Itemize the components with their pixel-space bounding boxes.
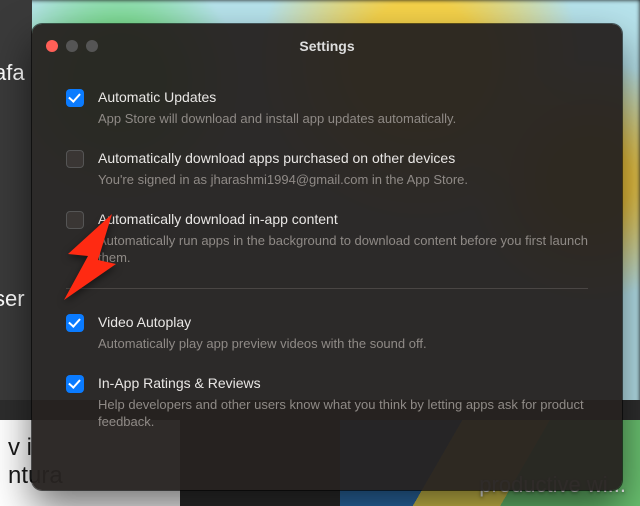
- setting-row-auto-updates: Automatic Updates App Store will downloa…: [66, 88, 588, 127]
- setting-row-auto-download-purchased: Automatically download apps purchased on…: [66, 149, 588, 188]
- setting-description: You're signed in as jharashmi1994@gmail.…: [98, 171, 588, 188]
- divider: [66, 288, 588, 289]
- traffic-lights: [46, 40, 98, 52]
- titlebar[interactable]: Settings: [32, 24, 622, 68]
- checkbox-auto-download-purchased[interactable]: [66, 150, 84, 168]
- setting-row-ratings-reviews: In-App Ratings & Reviews Help developers…: [66, 374, 588, 430]
- close-icon[interactable]: [46, 40, 58, 52]
- setting-label: Video Autoplay: [98, 313, 588, 331]
- settings-window: Settings Automatic Updates App Store wil…: [32, 24, 622, 490]
- checkbox-video-autoplay[interactable]: [66, 314, 84, 332]
- setting-row-auto-download-inapp: Automatically download in-app content Au…: [66, 210, 588, 266]
- bg-text: ser: [0, 286, 32, 312]
- setting-label: Automatically download in-app content: [98, 210, 588, 228]
- bg-text: afa: [0, 60, 32, 86]
- setting-description: Automatically run apps in the background…: [98, 232, 588, 266]
- checkbox-auto-updates[interactable]: [66, 89, 84, 107]
- setting-label: Automatic Updates: [98, 88, 588, 106]
- background-sidebar-fragment: afa ser: [0, 0, 32, 400]
- setting-description: Automatically play app preview videos wi…: [98, 335, 588, 352]
- setting-label: In-App Ratings & Reviews: [98, 374, 588, 392]
- window-title: Settings: [32, 38, 622, 54]
- checkbox-ratings-reviews[interactable]: [66, 375, 84, 393]
- setting-label: Automatically download apps purchased on…: [98, 149, 588, 167]
- setting-description: App Store will download and install app …: [98, 110, 588, 127]
- minimize-icon[interactable]: [66, 40, 78, 52]
- setting-row-video-autoplay: Video Autoplay Automatically play app pr…: [66, 313, 588, 352]
- settings-content: Automatic Updates App Store will downloa…: [32, 68, 622, 430]
- checkbox-auto-download-inapp[interactable]: [66, 211, 84, 229]
- maximize-icon[interactable]: [86, 40, 98, 52]
- setting-description: Help developers and other users know wha…: [98, 396, 588, 430]
